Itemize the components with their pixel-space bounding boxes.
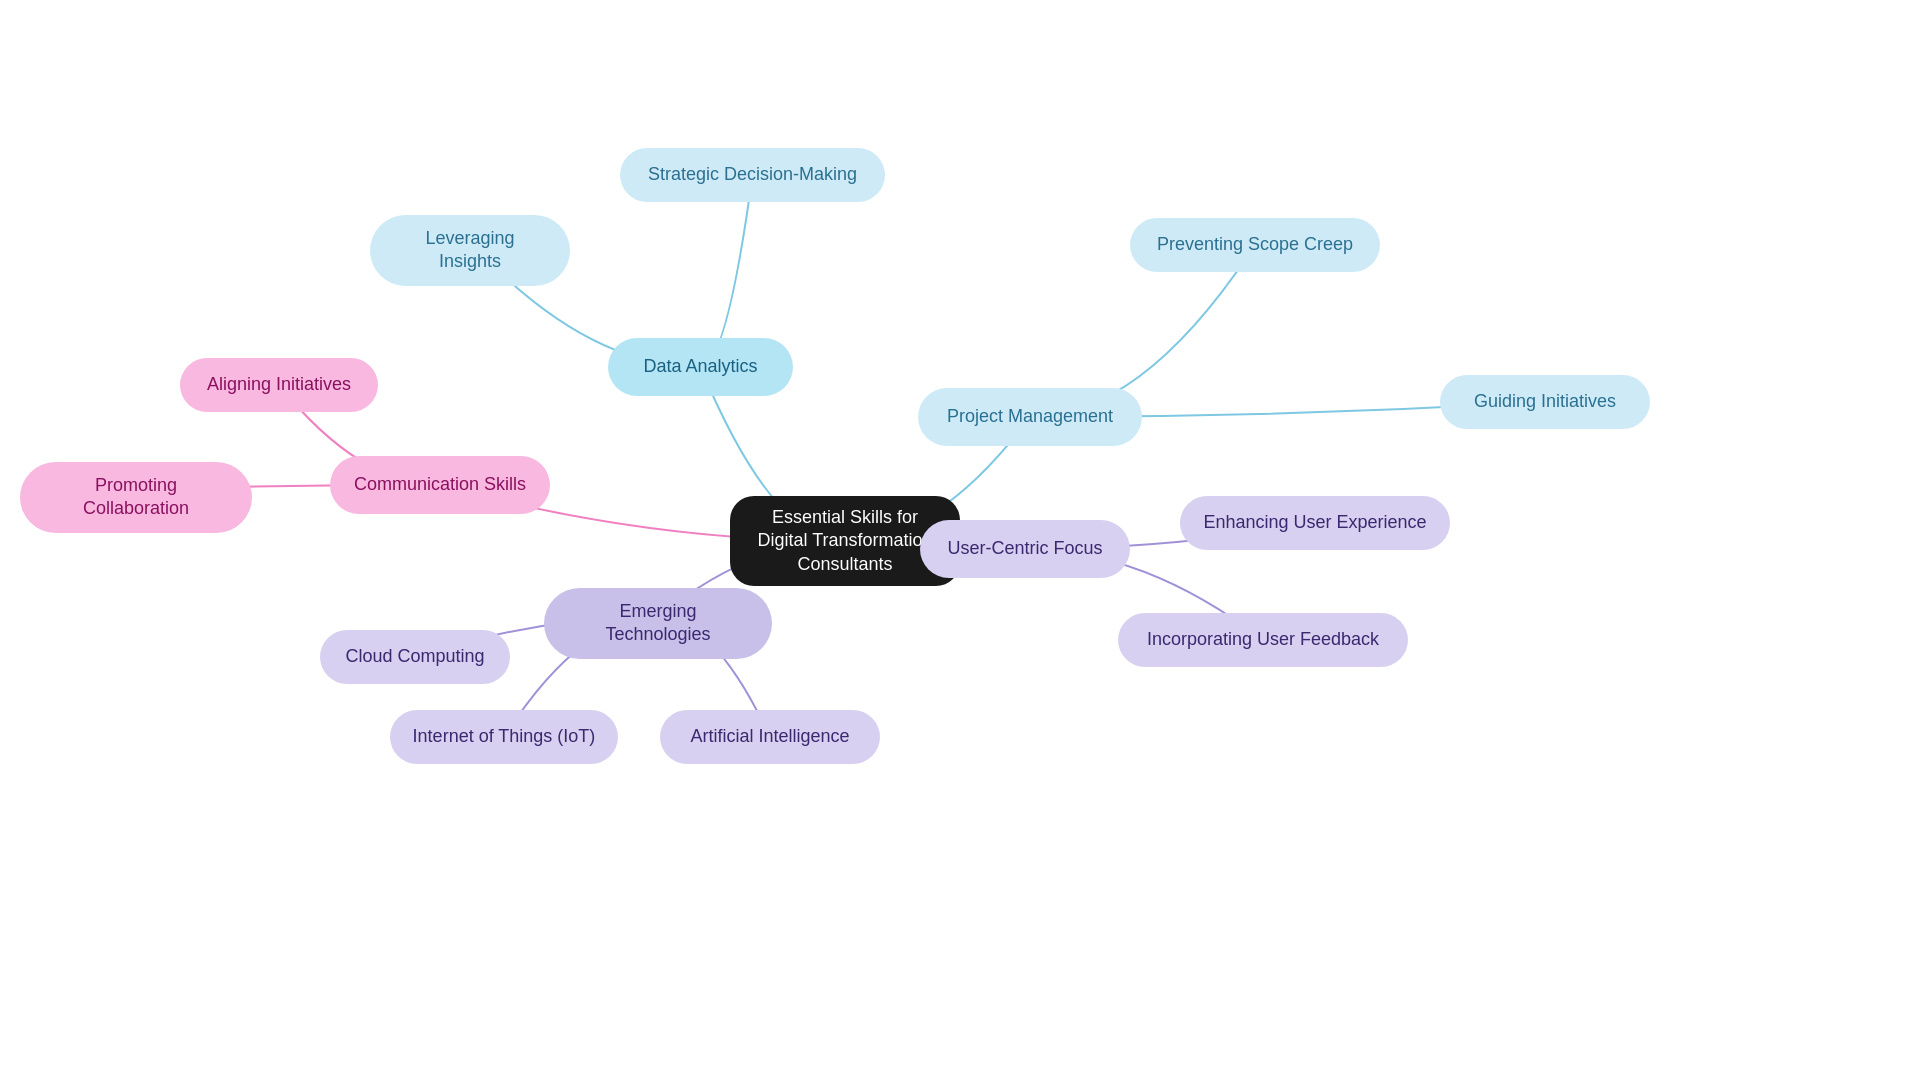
node-incorporating-feedback: Incorporating User Feedback [1118, 613, 1408, 667]
node-iot: Internet of Things (IoT) [390, 710, 618, 764]
node-communication-skills: Communication Skills [330, 456, 550, 514]
node-data-analytics: Data Analytics [608, 338, 793, 396]
node-promoting-collaboration: Promoting Collaboration [20, 462, 252, 533]
node-guiding-initiatives: Guiding Initiatives [1440, 375, 1650, 429]
node-emerging-technologies: Emerging Technologies [544, 588, 772, 659]
node-aligning-initiatives: Aligning Initiatives [180, 358, 378, 412]
node-strategic-decision: Strategic Decision-Making [620, 148, 885, 202]
node-cloud-computing: Cloud Computing [320, 630, 510, 684]
node-enhancing-ux: Enhancing User Experience [1180, 496, 1450, 550]
node-project-management: Project Management [918, 388, 1142, 446]
node-preventing-scope-creep: Preventing Scope Creep [1130, 218, 1380, 272]
node-ai: Artificial Intelligence [660, 710, 880, 764]
node-leveraging-insights: Leveraging Insights [370, 215, 570, 286]
node-user-centric-focus: User-Centric Focus [920, 520, 1130, 578]
